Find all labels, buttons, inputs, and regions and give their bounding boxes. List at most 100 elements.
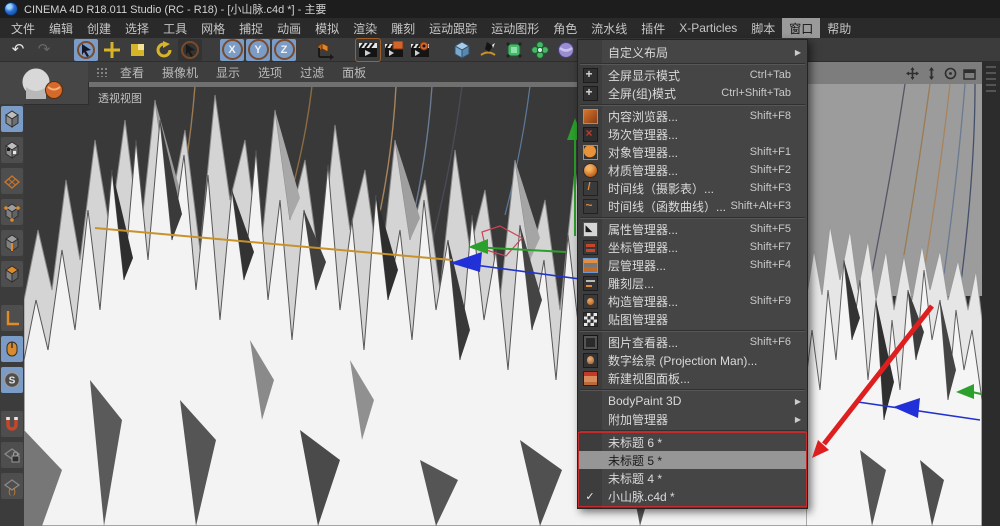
add-primitive-button[interactable] [450,39,474,61]
x-axis-button[interactable]: X [220,38,244,61]
window-menu-item[interactable]: 未标题 4 * [578,469,807,487]
redo-button[interactable]: ↷ [32,39,56,61]
z-axis-button[interactable]: Z [272,38,296,61]
polygons-mode-button[interactable] [1,261,23,287]
workplane-mode2-button[interactable]: ( ) [1,473,23,499]
model-mode-button[interactable] [1,106,23,132]
viewport-menu-item[interactable]: 显示 [208,64,248,81]
menu-bar-item[interactable]: 雕刻 [384,18,422,38]
coordinate-cube-icon [317,41,334,60]
axis-mode-button[interactable] [1,305,23,331]
menu-bar-item-label: 网格 [201,21,226,36]
menu-item-label: 新建视图面板... [608,371,691,386]
menu-bar-item[interactable]: 创建 [80,18,118,38]
window-menu-item[interactable]: 坐标管理器... Shift+F7 [578,238,807,256]
menu-bar-item[interactable]: 模拟 [308,18,346,38]
window-menu-item[interactable]: 材质管理器... Shift+F2 [578,161,807,179]
window-menu-item[interactable]: 未标题 5 * [578,451,807,469]
window-menu-item[interactable]: BodyPaint 3D ▶ [578,392,807,410]
move-icon [104,41,120,58]
menu-bar-item[interactable]: 网格 [194,18,232,38]
move-tool-button[interactable] [100,39,124,61]
solo-mode-button[interactable]: S [1,367,23,393]
window-menu-item[interactable]: 层管理器... Shift+F4 [578,256,807,274]
window-menu-item[interactable]: 时间线（函数曲线）... Shift+Alt+F3 [578,197,807,215]
submenu-arrow-icon: ▶ [794,396,801,406]
snap-button[interactable] [1,411,23,437]
menu-bar-item[interactable]: 角色 [546,18,584,38]
window-menu-item[interactable]: 新建视图面板... [578,369,807,387]
last-tool-button[interactable] [178,38,202,61]
window-menu-item[interactable]: 内容浏览器... Shift+F8 [578,107,807,125]
y-axis-button[interactable]: Y [246,38,270,61]
drag-handle-icon[interactable] [96,67,108,77]
menu-bar-item-label: 动画 [277,21,302,36]
menu-bar-item[interactable]: 运动图形 [484,18,546,38]
environment-button[interactable] [554,39,578,61]
render-to-picture-viewer-button[interactable] [382,39,406,61]
live-selection-button[interactable] [74,38,98,61]
viewport-menu-item[interactable]: 查看 [112,64,152,81]
rotate-tool-button[interactable] [152,39,176,61]
spline-pen-button[interactable] [476,39,500,61]
polygons-cube-icon [5,265,19,283]
collapsed-panel-strip[interactable] [982,62,1000,526]
menu-bar-item[interactable]: 动画 [270,18,308,38]
zoom-icon[interactable] [925,66,938,80]
menu-bar-item[interactable]: 帮助 [820,18,858,38]
viewport-menu-item[interactable]: 选项 [250,64,290,81]
viewport-menu-item[interactable]: 过滤 [292,64,332,81]
menu-bar-item[interactable]: 插件 [634,18,672,38]
menu-item-icon [584,454,597,467]
workplane-mode-button[interactable] [1,168,23,194]
points-mode-button[interactable] [1,199,23,225]
menu-item-icon [582,198,598,214]
menu-bar-item[interactable]: 工具 [156,18,194,38]
window-menu-item[interactable]: 数字绘景 (Projection Man)... [578,351,807,369]
window-menu-item[interactable]: ✓ 小山脉.c4d * [578,487,807,505]
maximize-view-icon[interactable] [963,67,976,80]
secondary-viewport[interactable] [806,84,982,526]
window-menu-item[interactable]: 全屏显示模式 Ctrl+Tab [578,66,807,84]
edges-mode-button[interactable] [1,230,23,256]
window-menu-item[interactable]: 构造管理器... Shift+F9 [578,292,807,310]
lock-workplane-button[interactable] [1,442,23,468]
window-menu-item[interactable]: 未标题 6 * [578,433,807,451]
viewport-menu-item[interactable]: 摄像机 [154,64,206,81]
window-menu-item[interactable]: 时间线（摄影表）... Shift+F3 [578,179,807,197]
menu-bar-item[interactable]: 文件 [4,18,42,38]
window-menu-item[interactable]: 自定义布局 ▶ [578,43,807,61]
window-menu-item[interactable]: 雕刻层... [578,274,807,292]
menu-item-label: 时间线（函数曲线）... [608,199,727,214]
menu-bar-item[interactable]: 编辑 [42,18,80,38]
deformer-button[interactable] [528,39,552,61]
window-menu-item[interactable]: 全屏(组)模式 Ctrl+Shift+Tab [578,84,807,102]
menu-bar-item[interactable]: 选择 [118,18,156,38]
menu-bar-item[interactable]: 脚本 [744,18,782,38]
menu-bar-item[interactable]: 流水线 [584,18,634,38]
scale-tool-button[interactable] [126,39,150,61]
window-menu-item[interactable]: 贴图管理器 [578,310,807,328]
window-menu-item[interactable]: 场次管理器... [578,125,807,143]
menu-bar-item[interactable]: X-Particles [672,18,744,38]
layout-corner-cell[interactable] [0,62,89,105]
menu-bar-item[interactable]: 窗口 [782,18,821,38]
menu-bar-item[interactable]: 渲染 [346,18,384,38]
window-menu-item[interactable]: 对象管理器... Shift+F1 [578,143,807,161]
window-menu-item[interactable]: 属性管理器... Shift+F5 [578,220,807,238]
subdivision-surface-button[interactable] [502,39,526,61]
viewport-solo-button[interactable] [1,336,23,362]
render-settings-button[interactable] [408,39,432,61]
undo-button[interactable]: ↶ [6,39,30,61]
rotate-view-icon[interactable] [944,67,957,80]
render-view-button[interactable] [355,37,381,62]
viewport-menu-item[interactable]: 面板 [334,64,374,81]
window-menu-item[interactable]: 图片查看器... Shift+F6 [578,333,807,351]
texture-mode-button[interactable] [1,137,23,163]
window-menu-item[interactable]: 附加管理器 ▶ [578,410,807,428]
pan-icon[interactable] [906,66,919,80]
menu-bar-item[interactable]: 运动跟踪 [422,18,484,38]
menu-bar-item[interactable]: 捕捉 [232,18,270,38]
coordinate-system-button[interactable] [314,39,338,61]
menu-item-label: 小山脉.c4d * [608,489,675,504]
